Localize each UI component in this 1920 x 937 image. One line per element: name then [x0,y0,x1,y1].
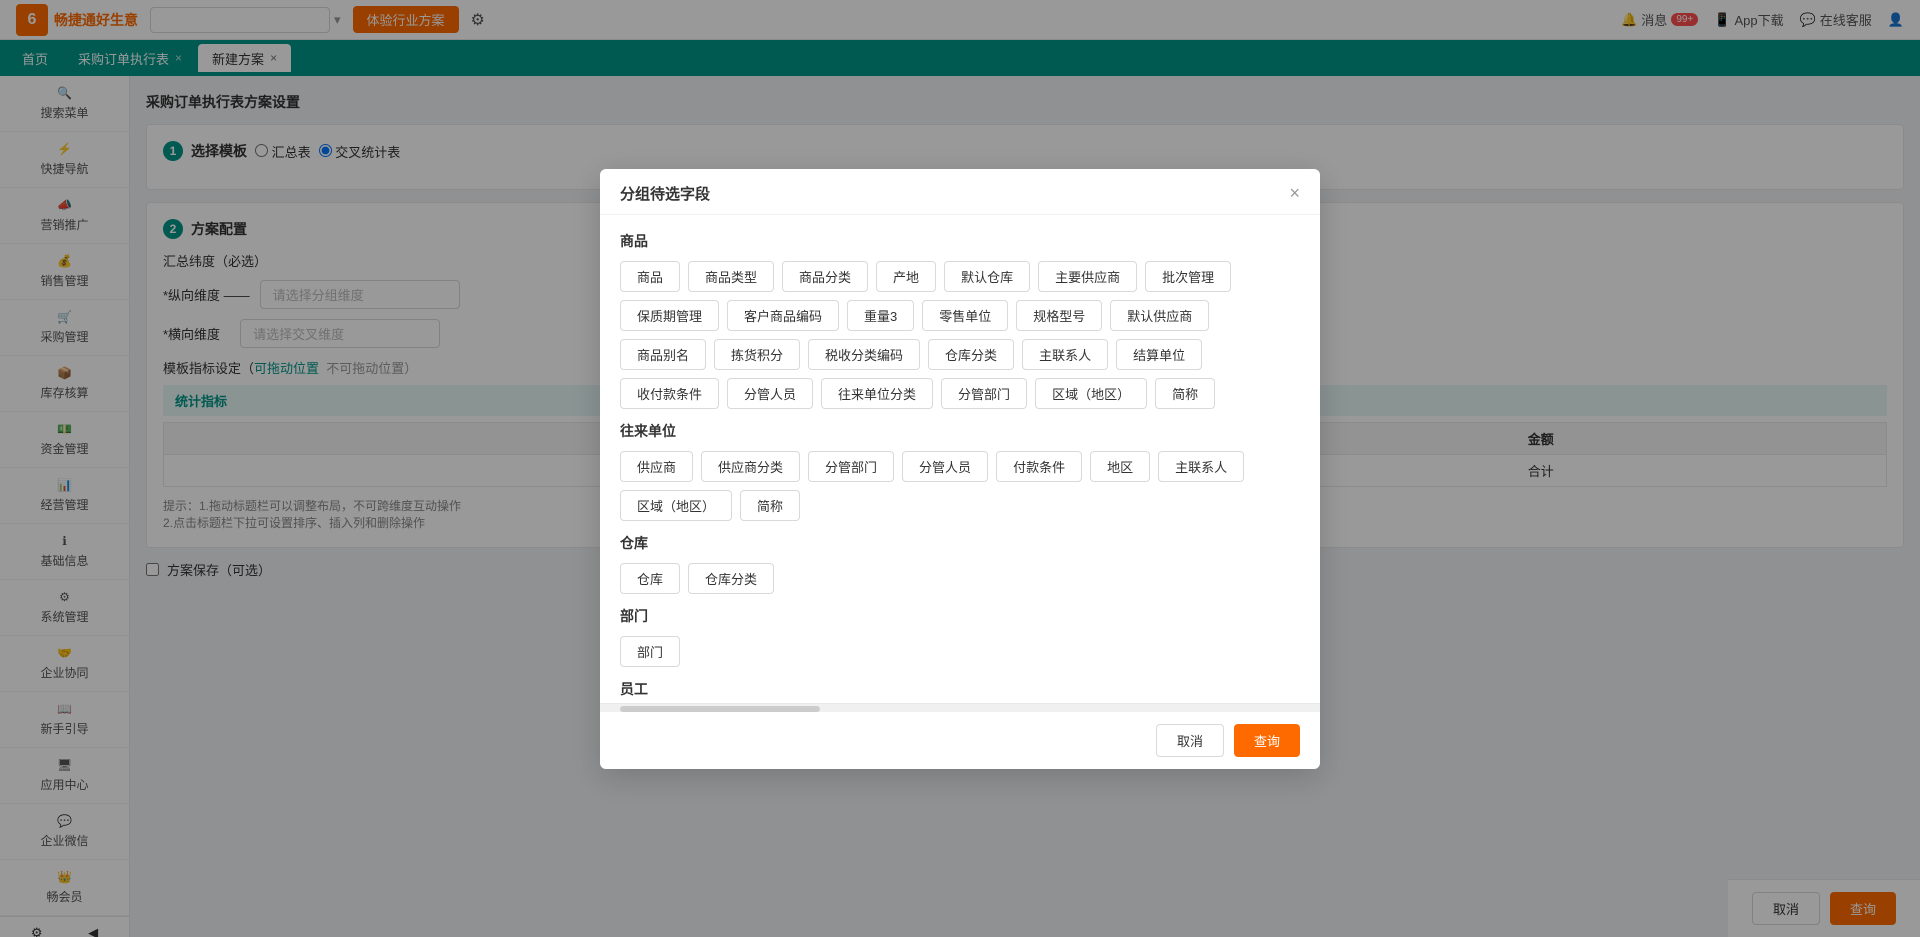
field-chip-default-warehouse[interactable]: 默认仓库 [944,261,1030,292]
field-chip-partner-category[interactable]: 往来单位分类 [821,378,933,409]
field-chip-warehouse[interactable]: 仓库 [620,563,680,594]
modal-body: 商品 商品 商品类型 商品分类 产地 默认仓库 主要供应商 批次管理 保质期管理… [600,215,1320,703]
modal-header: 分组待选字段 × [600,169,1320,215]
field-chip-partner-abbr[interactable]: 简称 [740,490,800,521]
field-chip-product-category[interactable]: 商品分类 [782,261,868,292]
section-title-partner: 往来单位 [620,421,1300,441]
field-chip-customer-code[interactable]: 客户商品编码 [727,300,839,331]
field-chip-main-contact[interactable]: 主联系人 [1022,339,1108,370]
field-select-modal: 分组待选字段 × 商品 商品 商品类型 商品分类 产地 默认仓库 主要供应商 批… [600,169,1320,769]
modal-title: 分组待选字段 [620,183,710,204]
scrollbar-thumb-h [620,706,820,712]
field-chip-supplier[interactable]: 供应商 [620,451,693,482]
field-chip-origin[interactable]: 产地 [876,261,936,292]
modal-confirm-button[interactable]: 查询 [1234,724,1300,757]
field-chip-warehouse-category[interactable]: 仓库分类 [928,339,1014,370]
field-chip-area[interactable]: 地区 [1090,451,1150,482]
section-title-dept: 部门 [620,606,1300,626]
field-chip-default-supplier[interactable]: 默认供应商 [1110,300,1209,331]
field-chip-supervisor[interactable]: 分管人员 [727,378,813,409]
field-chip-warehouse-cat[interactable]: 仓库分类 [688,563,774,594]
modal-backdrop: 分组待选字段 × 商品 商品 商品类型 商品分类 产地 默认仓库 主要供应商 批… [0,0,1920,937]
modal-close-button[interactable]: × [1289,184,1300,202]
field-chip-pick-points[interactable]: 拣货积分 [714,339,800,370]
field-chip-settlement-unit[interactable]: 结算单位 [1116,339,1202,370]
modal-cancel-button[interactable]: 取消 [1156,724,1224,757]
fields-grid-warehouse: 仓库 仓库分类 [620,563,1300,594]
field-chip-dept-mgmt[interactable]: 分管部门 [941,378,1027,409]
field-chip-abbr-product[interactable]: 简称 [1155,378,1215,409]
field-chip-product-alias[interactable]: 商品别名 [620,339,706,370]
field-chip-partner-contact[interactable]: 主联系人 [1158,451,1244,482]
field-chip-region-product[interactable]: 区域（地区） [1035,378,1147,409]
field-chip-tax-code[interactable]: 税收分类编码 [808,339,920,370]
field-chip-weight3[interactable]: 重量3 [847,300,914,331]
field-chip-dept[interactable]: 部门 [620,636,680,667]
fields-grid-product: 商品 商品类型 商品分类 产地 默认仓库 主要供应商 批次管理 保质期管理 客户… [620,261,1300,409]
field-chip-batch-mgmt[interactable]: 批次管理 [1145,261,1231,292]
fields-grid-partner: 供应商 供应商分类 分管部门 分管人员 付款条件 地区 主联系人 区域（地区） … [620,451,1300,521]
field-chip-partner-dept[interactable]: 分管部门 [808,451,894,482]
field-chip-retail-unit[interactable]: 零售单位 [922,300,1008,331]
section-title-product: 商品 [620,231,1300,251]
field-chip-product[interactable]: 商品 [620,261,680,292]
fields-grid-dept: 部门 [620,636,1300,667]
field-chip-quality-mgmt[interactable]: 保质期管理 [620,300,719,331]
field-chip-partner-supervisor[interactable]: 分管人员 [902,451,988,482]
field-chip-partner-region[interactable]: 区域（地区） [620,490,732,521]
field-chip-spec-model[interactable]: 规格型号 [1016,300,1102,331]
field-chip-payment-condition[interactable]: 付款条件 [996,451,1082,482]
field-chip-supplier-category[interactable]: 供应商分类 [701,451,800,482]
modal-footer: 取消 查询 [600,711,1320,769]
field-chip-product-type[interactable]: 商品类型 [688,261,774,292]
section-title-warehouse: 仓库 [620,533,1300,553]
section-title-staff: 员工 [620,679,1300,699]
modal-scrollbar-h[interactable] [600,703,1320,711]
field-chip-main-supplier[interactable]: 主要供应商 [1038,261,1137,292]
field-chip-payment-terms[interactable]: 收付款条件 [620,378,719,409]
